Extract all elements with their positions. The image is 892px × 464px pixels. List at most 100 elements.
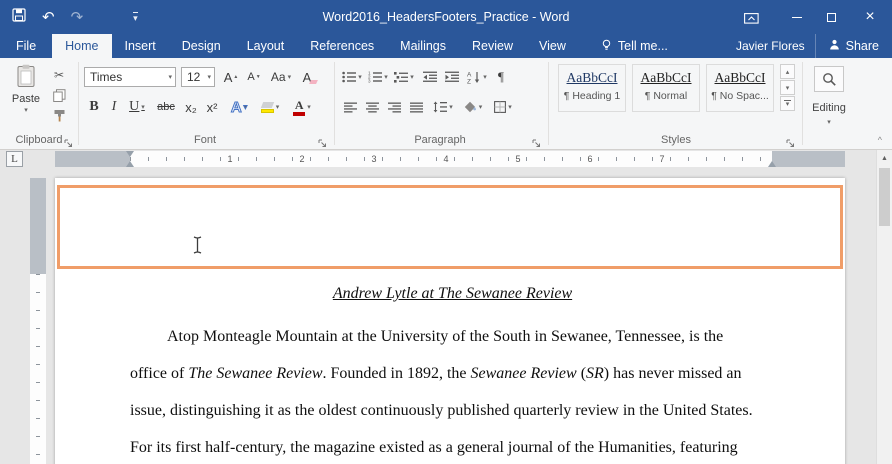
underline-label: U: [129, 99, 139, 115]
scroll-up-arrow-icon[interactable]: [877, 150, 892, 166]
decrease-indent-button[interactable]: [420, 67, 440, 87]
tab-design[interactable]: Design: [169, 34, 234, 58]
horizontal-ruler[interactable]: 1234567: [55, 151, 845, 167]
shrink-font-button[interactable]: A: [244, 67, 264, 87]
text-effects-button[interactable]: A: [226, 96, 252, 118]
title-bar: ↶ ↷ ▾ Word2016_HeadersFooters_Practice -…: [0, 0, 892, 34]
customize-quick-access-icon[interactable]: ▾: [133, 12, 138, 23]
tab-mailings[interactable]: Mailings: [387, 34, 459, 58]
paragraph-dialog-launcher-icon[interactable]: [532, 135, 541, 144]
doc-line: Atop Monteagle Mountain at the Universit…: [130, 318, 775, 355]
tab-stop-selector[interactable]: L: [6, 151, 23, 167]
maximize-button[interactable]: [814, 0, 848, 34]
tab-insert[interactable]: Insert: [112, 34, 169, 58]
account-name[interactable]: Javier Flores: [726, 34, 815, 58]
line-spacing-button[interactable]: [430, 96, 456, 118]
tab-review[interactable]: Review: [459, 34, 526, 58]
save-icon[interactable]: [12, 8, 26, 27]
sort-button[interactable]: AZ: [464, 67, 490, 87]
strikethrough-button[interactable]: abc: [153, 96, 179, 118]
tab-home[interactable]: Home: [52, 34, 111, 58]
clipboard-group-label: Clipboard: [15, 134, 62, 146]
align-right-button[interactable]: [384, 96, 404, 118]
find-button[interactable]: [814, 66, 844, 92]
header-area[interactable]: [57, 185, 843, 269]
body-text: Atop Monteagle Mountain at the Universit…: [130, 318, 775, 464]
document-page[interactable]: Andrew Lytle at The Sewanee Review Atop …: [55, 178, 845, 464]
grow-font-button[interactable]: A: [221, 67, 241, 87]
paste-button[interactable]: Paste: [6, 64, 46, 132]
superscript-button[interactable]: x²: [202, 96, 222, 118]
ribbon-display-options-icon[interactable]: [734, 0, 768, 34]
align-left-button[interactable]: [340, 96, 360, 118]
close-button[interactable]: ×: [848, 0, 892, 34]
undo-icon[interactable]: ↶: [42, 10, 55, 25]
font-dialog-launcher-icon[interactable]: [318, 135, 327, 144]
vertical-ruler[interactable]: [30, 169, 46, 464]
align-right-icon: [388, 102, 401, 113]
clear-formatting-button[interactable]: A: [298, 67, 322, 87]
styles-more-button[interactable]: [780, 96, 795, 111]
styles-scroll-up-button[interactable]: [780, 64, 795, 79]
cut-button[interactable]: ✂: [48, 66, 70, 84]
underline-button[interactable]: U: [123, 96, 151, 118]
bullet-list-icon: [342, 71, 356, 83]
style-name: ¶ Normal: [645, 90, 687, 102]
indent-icon: [445, 71, 459, 83]
left-indent-marker[interactable]: [126, 161, 134, 167]
shading-button[interactable]: [460, 96, 486, 118]
format-painter-button[interactable]: [48, 106, 70, 124]
right-indent-marker[interactable]: [768, 161, 776, 167]
collapse-ribbon-button[interactable]: [878, 135, 882, 145]
bullets-button[interactable]: [340, 67, 364, 87]
first-line-indent-marker[interactable]: [126, 151, 134, 157]
share-button[interactable]: Share: [815, 34, 892, 58]
tab-layout[interactable]: Layout: [234, 34, 298, 58]
scrollbar-thumb[interactable]: [879, 168, 890, 226]
doc-line: issue, distinguishing it as the oldest c…: [130, 392, 775, 429]
styles-scroll-down-button[interactable]: [780, 80, 795, 95]
tell-me-box[interactable]: Tell me...: [591, 34, 678, 58]
group-separator: [78, 62, 79, 145]
bold-button[interactable]: B: [84, 96, 104, 118]
tab-references[interactable]: References: [297, 34, 387, 58]
style-normal[interactable]: AaBbCcI ¶ Normal: [632, 64, 700, 112]
multilevel-list-button[interactable]: [392, 67, 416, 87]
increase-indent-button[interactable]: [442, 67, 462, 87]
font-group-label: Font: [194, 134, 216, 146]
style-heading1[interactable]: AaBbCcI ¶ Heading 1: [558, 64, 626, 112]
italic-button[interactable]: I: [105, 96, 123, 118]
highlighter-icon: [261, 102, 274, 113]
editing-group-label[interactable]: Editing: [812, 102, 846, 114]
font-color-button[interactable]: A: [288, 96, 316, 118]
font-size-combo[interactable]: 12: [181, 67, 215, 87]
ribbon-tab-row: File Home Insert Design Layout Reference…: [0, 34, 892, 58]
minimize-button[interactable]: [780, 0, 814, 34]
justify-button[interactable]: [406, 96, 426, 118]
change-case-button[interactable]: Aa: [268, 67, 294, 87]
editing-chevron-icon[interactable]: [827, 118, 831, 126]
redo-icon[interactable]: ↷: [71, 10, 84, 25]
styles-group-label: Styles: [661, 134, 691, 146]
document-heading: Andrew Lytle at The Sewanee Review: [130, 282, 775, 306]
borders-button[interactable]: [490, 96, 516, 118]
numbering-button[interactable]: 123: [366, 67, 390, 87]
vertical-scrollbar[interactable]: [876, 150, 892, 464]
tab-view[interactable]: View: [526, 34, 579, 58]
styles-dialog-launcher-icon[interactable]: [786, 135, 795, 144]
style-no-spacing[interactable]: AaBbCcI ¶ No Spac...: [706, 64, 774, 112]
copy-button[interactable]: [48, 86, 70, 104]
clipboard-dialog-launcher-icon[interactable]: [64, 135, 73, 144]
vertical-ruler-margin: [30, 178, 46, 274]
quick-access-toolbar: ↶ ↷ ▾: [12, 0, 138, 34]
subscript-button[interactable]: x₂: [181, 96, 201, 118]
svg-text:A: A: [467, 71, 472, 78]
tab-file[interactable]: File: [0, 34, 52, 58]
highlight-color-button[interactable]: [256, 96, 284, 118]
window-controls: ×: [734, 0, 892, 34]
font-family-combo[interactable]: Times: [84, 67, 176, 87]
ruler-numbers: 1234567: [55, 151, 845, 167]
show-hide-paragraph-button[interactable]: ¶: [492, 67, 510, 87]
align-center-button[interactable]: [362, 96, 382, 118]
ruler-number: 6: [587, 154, 592, 164]
